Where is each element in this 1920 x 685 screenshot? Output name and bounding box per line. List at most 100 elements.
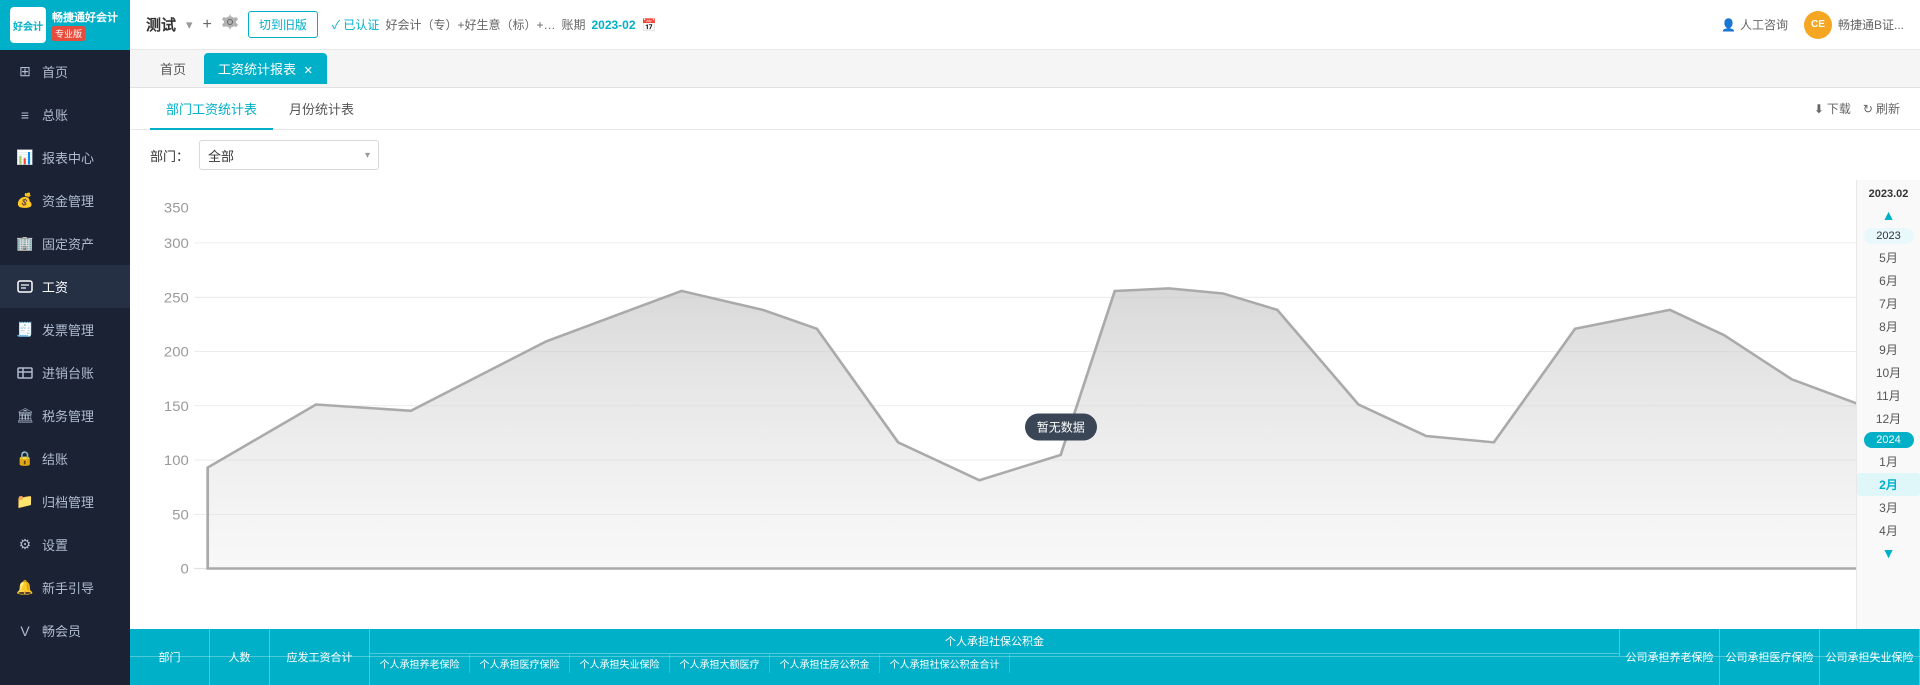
table-header: 部门 人数 应发工资合计 个人承担社保公积金 个人承担养老保险 个人承担医疗保险… [130, 629, 1920, 685]
month-7[interactable]: 7月 [1857, 292, 1920, 315]
ledger-icon: ≡ [16, 106, 34, 124]
th-group-personal: 个人承担社保公积金 个人承担养老保险 个人承担医疗保险 个人承担失业保险 个人承… [370, 629, 1620, 656]
payroll-icon [16, 278, 34, 296]
sidebar: 好会计 畅捷通好会计 专业版 ⊞ 首页 ≡ 总账 📊 报表中心 💰 资金管理 🏢… [0, 0, 130, 685]
invoice-icon: 🧾 [16, 321, 34, 339]
month-8[interactable]: 8月 [1857, 315, 1920, 338]
sidebar-item-label: 资金管理 [42, 191, 94, 210]
svg-text:250: 250 [164, 291, 189, 306]
svg-text:0: 0 [180, 562, 188, 577]
calendar-icon[interactable]: 📅 [642, 18, 657, 32]
sidebar-item-guide[interactable]: 🔔 新手引导 [0, 566, 130, 609]
sub-tabs: 部门工资统计表 月份统计表 ⬇ 下载 ↻ 刷新 [130, 88, 1920, 130]
th-company-unemployment: 公司承担失业保险 [1820, 629, 1920, 685]
th-personal-housing: 个人承担住房公积金 [770, 654, 880, 673]
add-button[interactable]: + [203, 16, 212, 34]
svg-text:150: 150 [164, 399, 189, 414]
refresh-icon: ↻ [1863, 102, 1873, 116]
sidebar-item-assets[interactable]: 🏢 固定资产 [0, 222, 130, 265]
sub-tab-monthly[interactable]: 月份统计表 [273, 89, 370, 130]
sidebar-item-close[interactable]: 🔒 结账 [0, 437, 130, 480]
month-2-active[interactable]: 2月 [1857, 473, 1920, 496]
svg-text:350: 350 [164, 201, 189, 216]
download-icon: ⬇ [1814, 102, 1824, 116]
dept-filter-select[interactable]: 全部 ▾ [199, 140, 379, 170]
select-arrow-icon: ▾ [365, 150, 370, 161]
home-icon: ⊞ [16, 63, 34, 81]
date-panel-header: 2023.02 [1863, 184, 1915, 204]
funds-icon: 💰 [16, 192, 34, 210]
sidebar-item-label: 发票管理 [42, 320, 94, 339]
month-9[interactable]: 9月 [1857, 338, 1920, 361]
sidebar-item-payroll[interactable]: 工资 [0, 265, 130, 308]
th-personal-total: 个人承担社保公积金合计 [880, 654, 1010, 673]
chart-section: 0 50 100 150 200 250 300 350 [130, 180, 1920, 629]
month-5[interactable]: 5月 [1857, 246, 1920, 269]
download-button[interactable]: ⬇ 下载 [1814, 100, 1851, 117]
archive-icon: 📁 [16, 493, 34, 511]
tab-home[interactable]: 首页 [146, 53, 200, 84]
chart-tooltip: 暂无数据 [1025, 413, 1097, 440]
svg-text:300: 300 [164, 236, 189, 251]
month-11[interactable]: 11月 [1857, 384, 1920, 407]
sidebar-item-sales[interactable]: 进销台账 [0, 351, 130, 394]
title-dropdown-icon[interactable]: ▾ [186, 17, 193, 33]
sidebar-item-archive[interactable]: 📁 归档管理 [0, 480, 130, 523]
sidebar-nav: ⊞ 首页 ≡ 总账 📊 报表中心 💰 资金管理 🏢 固定资产 工资 🧾 发票管理 [0, 50, 130, 685]
sidebar-item-home[interactable]: ⊞ 首页 [0, 50, 130, 93]
sidebar-item-label: 报表中心 [42, 148, 94, 167]
member-icon: V [16, 622, 34, 640]
dept-filter-label: 部门： [150, 146, 189, 165]
settings-gear-icon[interactable] [222, 14, 238, 35]
username-label: 畅捷通B证... [1838, 16, 1904, 33]
month-1[interactable]: 1月 [1857, 450, 1920, 473]
date-panel: 2023.02 ▲ 2023 5月 6月 7月 8月 9月 10月 11月 12… [1856, 180, 1920, 629]
th-company-medical: 公司承担医疗保险 [1720, 629, 1820, 685]
sidebar-item-ledger[interactable]: ≡ 总账 [0, 93, 130, 136]
year-2023[interactable]: 2023 [1864, 228, 1914, 244]
month-4[interactable]: 4月 [1857, 519, 1920, 542]
consultant-icon: 👤 [1721, 18, 1736, 32]
sidebar-item-label: 税务管理 [42, 406, 94, 425]
settings-icon: ⚙ [16, 536, 34, 554]
sidebar-item-tax[interactable]: 🏛 税务管理 [0, 394, 130, 437]
month-10[interactable]: 10月 [1857, 361, 1920, 384]
period-value: 2023-02 [591, 18, 635, 32]
topbar-right: 👤 人工咨询 CE 畅捷通B证... [1721, 11, 1904, 39]
sidebar-item-label: 畅会员 [42, 621, 81, 640]
sidebar-item-funds[interactable]: 💰 资金管理 [0, 179, 130, 222]
account-status: ✓ 已认证 好会计（专）+好生意（标）+… 账期 2023-02 📅 [332, 16, 657, 33]
sidebar-item-member[interactable]: V 畅会员 [0, 609, 130, 652]
sidebar-item-invoice[interactable]: 🧾 发票管理 [0, 308, 130, 351]
date-panel-down-icon[interactable]: ▼ [1882, 542, 1896, 564]
sidebar-item-label: 结账 [42, 449, 68, 468]
user-profile[interactable]: CE 畅捷通B证... [1804, 11, 1904, 39]
guide-icon: 🔔 [16, 579, 34, 597]
sidebar-item-label: 归档管理 [42, 492, 94, 511]
th-group-cols: 个人承担养老保险 个人承担医疗保险 个人承担失业保险 个人承担大额医疗 个人承担… [370, 654, 1619, 673]
sidebar-item-label: 固定资产 [42, 234, 94, 253]
topbar: 测试 ▾ + 切到旧版 ✓ 已认证 好会计（专）+好生意（标）+… 账期 202… [130, 0, 1920, 50]
month-3[interactable]: 3月 [1857, 496, 1920, 519]
month-6[interactable]: 6月 [1857, 269, 1920, 292]
sidebar-item-reports[interactable]: 📊 报表中心 [0, 136, 130, 179]
sub-tab-actions: ⬇ 下载 ↻ 刷新 [1814, 100, 1900, 117]
tab-payroll-report[interactable]: 工资统计报表 ✕ [204, 53, 327, 84]
tab-close-icon[interactable]: ✕ [304, 65, 313, 77]
sales-icon [16, 364, 34, 382]
sub-tab-dept[interactable]: 部门工资统计表 [150, 89, 273, 130]
refresh-button[interactable]: ↻ 刷新 [1863, 100, 1900, 117]
year-2024[interactable]: 2024 [1864, 432, 1914, 448]
sidebar-item-settings[interactable]: ⚙ 设置 [0, 523, 130, 566]
switch-version-button[interactable]: 切到旧版 [248, 11, 318, 38]
chart-area: 0 50 100 150 200 250 300 350 [130, 180, 1920, 629]
date-panel-up-icon[interactable]: ▲ [1882, 204, 1896, 226]
th-count: 人数 [210, 629, 270, 685]
app-logo: 好会计 畅捷通好会计 专业版 [0, 0, 130, 50]
sidebar-item-label: 设置 [42, 535, 68, 554]
consultant-button[interactable]: 👤 人工咨询 [1721, 16, 1788, 33]
th-personal-medical: 个人承担医疗保险 [470, 654, 570, 673]
sidebar-item-label: 新手引导 [42, 578, 94, 597]
month-12[interactable]: 12月 [1857, 407, 1920, 430]
main-content: 测试 ▾ + 切到旧版 ✓ 已认证 好会计（专）+好生意（标）+… 账期 202… [130, 0, 1920, 685]
